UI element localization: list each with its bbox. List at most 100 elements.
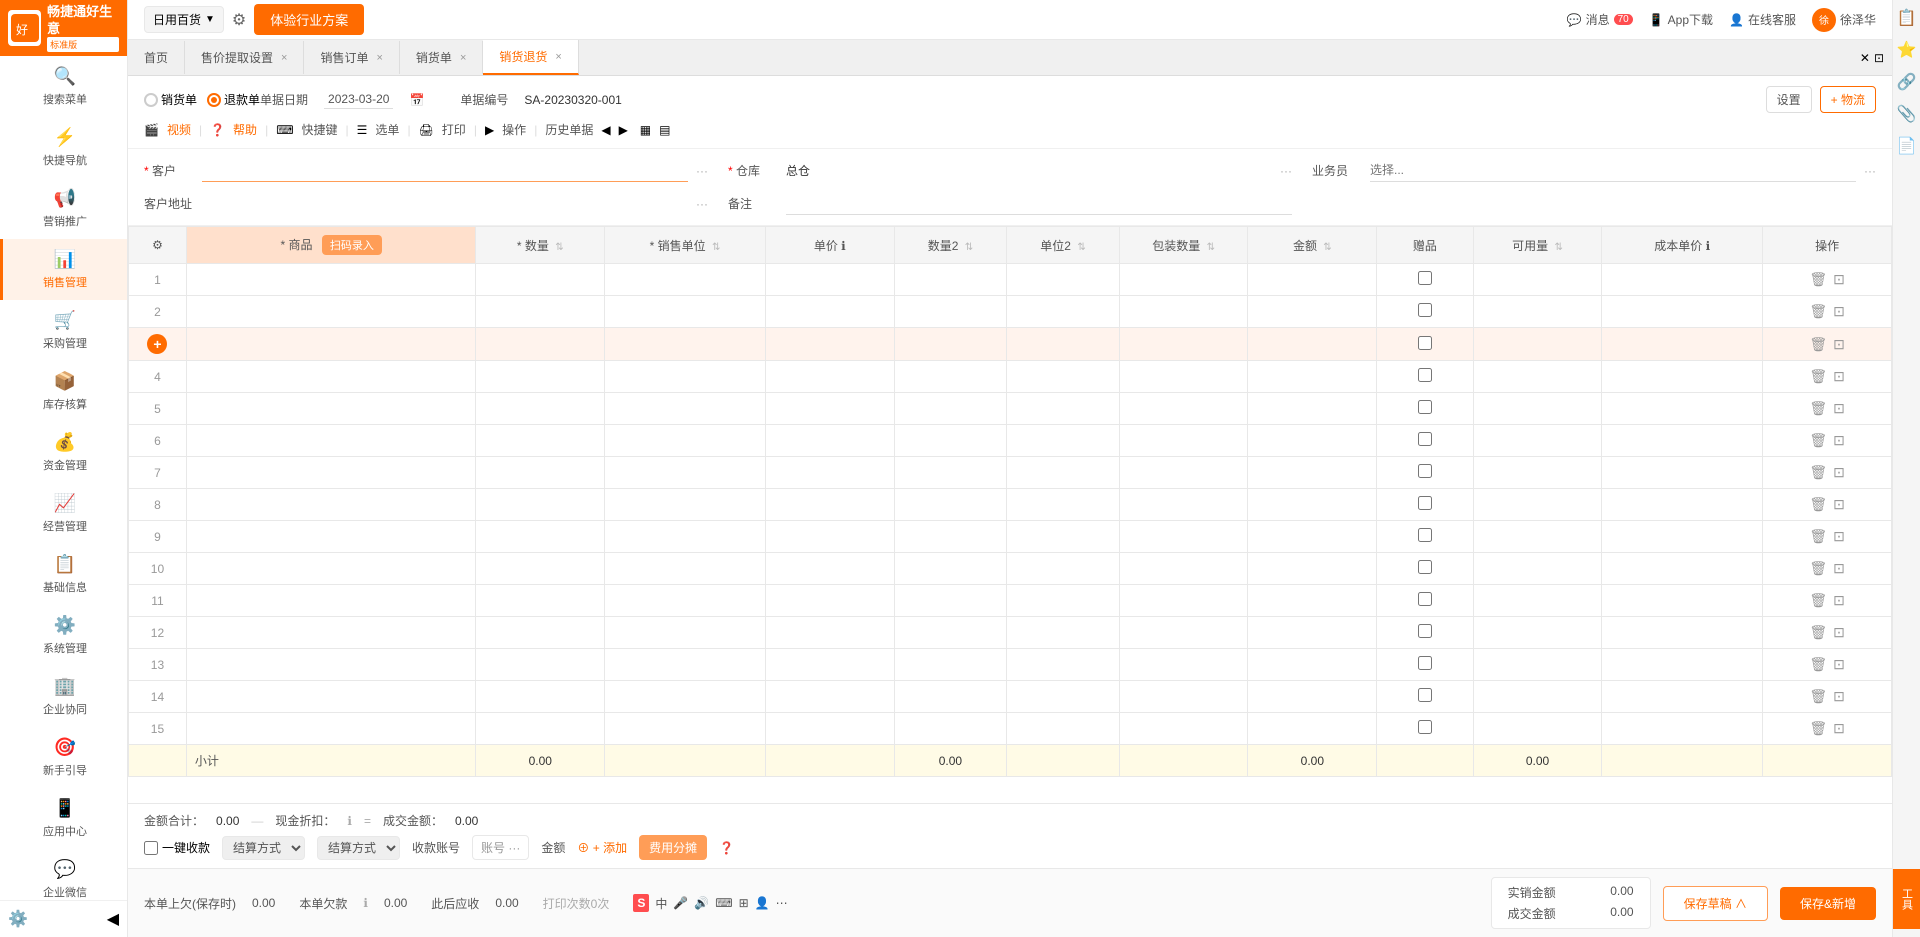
amount-cell[interactable] [1248,649,1377,681]
pack-quantity-cell[interactable] [1119,553,1248,585]
delete-icon[interactable]: 🗑 [1809,560,1827,577]
unit-price-cell[interactable] [765,681,894,713]
one-click-pay-checkbox[interactable]: 一键收款 [144,839,210,856]
video-label[interactable]: 视频 [167,121,191,138]
cost-price-cell[interactable] [1602,264,1763,296]
unit2-cell[interactable] [1007,681,1120,713]
available-cell[interactable] [1473,713,1602,745]
gift-checkbox[interactable] [1418,464,1432,478]
cost-price-cell[interactable] [1602,585,1763,617]
gift-checkbox[interactable] [1418,592,1432,606]
product-cell[interactable] [186,681,476,713]
unit2-cell[interactable] [1007,264,1120,296]
pack-quantity-cell[interactable] [1119,296,1248,328]
quantity-cell[interactable] [476,649,605,681]
product-cell[interactable] [186,585,476,617]
sales-unit-cell[interactable] [605,425,766,457]
quantity-cell[interactable] [476,681,605,713]
product-cell[interactable] [186,328,476,361]
available-cell[interactable] [1473,553,1602,585]
cost-price-cell[interactable] [1602,713,1763,745]
unit-price-cell[interactable] [765,521,894,553]
sales-unit-cell[interactable] [605,393,766,425]
cost-price-cell[interactable] [1602,425,1763,457]
gift-checkbox[interactable] [1418,720,1432,734]
gift-cell[interactable] [1377,457,1474,489]
pack-quantity-cell[interactable] [1119,457,1248,489]
right-icon-4[interactable]: 📎 [1897,104,1917,124]
save-draft-btn[interactable]: 保存草稿 ∧ [1663,886,1768,921]
cost-price-cell[interactable] [1602,296,1763,328]
delete-icon[interactable]: 🗑 [1809,624,1827,641]
unit2-cell[interactable] [1007,457,1120,489]
amount-cell[interactable] [1248,585,1377,617]
delete-icon[interactable]: 🗑 [1809,432,1827,449]
product-cell[interactable] [186,457,476,489]
gift-cell[interactable] [1377,521,1474,553]
gift-checkbox[interactable] [1418,656,1432,670]
quantity2-cell[interactable] [894,264,1007,296]
right-icon-1[interactable]: 📋 [1897,8,1917,28]
tab-sales-return-close[interactable]: × [555,51,561,63]
quantity2-cell[interactable] [894,393,1007,425]
sidebar-item-newbie[interactable]: 🎯 新手引导 [0,727,127,788]
sidebar-item-inventory[interactable]: 📦 库存核算 [0,361,127,422]
unit-price-cell[interactable] [765,649,894,681]
select-label[interactable]: 选单 [375,121,399,138]
product-cell[interactable] [186,489,476,521]
user-profile[interactable]: 徐 徐泽华 [1812,8,1876,32]
sidebar-item-purchase[interactable]: 🛒 采购管理 [0,300,127,361]
salesperson-input[interactable] [1370,159,1856,182]
right-icon-5[interactable]: 📄 [1897,136,1917,156]
copy-icon[interactable]: ⊡ [1833,271,1845,288]
delete-icon[interactable]: 🗑 [1809,368,1827,385]
available-cell[interactable] [1473,296,1602,328]
quantity2-cell[interactable] [894,457,1007,489]
quantity-cell[interactable] [476,489,605,521]
sales-unit-cell[interactable] [605,457,766,489]
quantity-cell[interactable] [476,553,605,585]
sidebar-item-basic[interactable]: 📋 基础信息 [0,544,127,605]
right-icon-3[interactable]: 🔗 [1897,72,1917,92]
gift-cell[interactable] [1377,361,1474,393]
sales-unit-cell[interactable] [605,617,766,649]
sidebar-item-operations[interactable]: 📈 经营管理 [0,483,127,544]
available-cell[interactable] [1473,457,1602,489]
pack-quantity-cell[interactable] [1119,713,1248,745]
qr-icon[interactable]: ⊞ [739,896,749,910]
sidebar-item-apps[interactable]: 📱 应用中心 [0,788,127,849]
copy-icon[interactable]: ⊡ [1833,656,1845,673]
settings-bottom-icon[interactable]: ⚙️ [8,909,28,929]
amount-cell[interactable] [1248,457,1377,489]
copy-icon[interactable]: ⊡ [1833,432,1845,449]
quantity2-cell[interactable] [894,681,1007,713]
sales-unit-cell[interactable] [605,328,766,361]
gift-cell[interactable] [1377,264,1474,296]
view-grid-icon[interactable]: ▤ [659,123,670,137]
product-cell[interactable] [186,713,476,745]
pack-quantity-cell[interactable] [1119,393,1248,425]
available-cell[interactable] [1473,617,1602,649]
sales-unit-cell[interactable] [605,489,766,521]
gift-cell[interactable] [1377,296,1474,328]
quantity-cell[interactable] [476,585,605,617]
tab-sales[interactable]: 销货单 × [400,41,483,74]
warehouse-select-dots[interactable]: ··· [1280,164,1292,178]
gift-cell[interactable] [1377,393,1474,425]
operate-label[interactable]: 操作 [502,121,526,138]
quantity-cell[interactable] [476,425,605,457]
history-next-icon[interactable]: ▶ [619,123,628,137]
amount-cell[interactable] [1248,617,1377,649]
experience-btn[interactable]: 体验行业方案 [254,4,364,35]
tab-sales-order-close[interactable]: × [376,52,382,64]
sidebar-item-enterprise[interactable]: 🏢 企业协同 [0,666,127,727]
pack-quantity-cell[interactable] [1119,425,1248,457]
unit2-cell[interactable] [1007,425,1120,457]
gift-checkbox[interactable] [1418,432,1432,446]
unit2-cell[interactable] [1007,713,1120,745]
product-cell[interactable] [186,425,476,457]
available-cell[interactable] [1473,521,1602,553]
pack-quantity-cell[interactable] [1119,617,1248,649]
unit2-cell[interactable] [1007,649,1120,681]
quantity2-cell[interactable] [894,649,1007,681]
